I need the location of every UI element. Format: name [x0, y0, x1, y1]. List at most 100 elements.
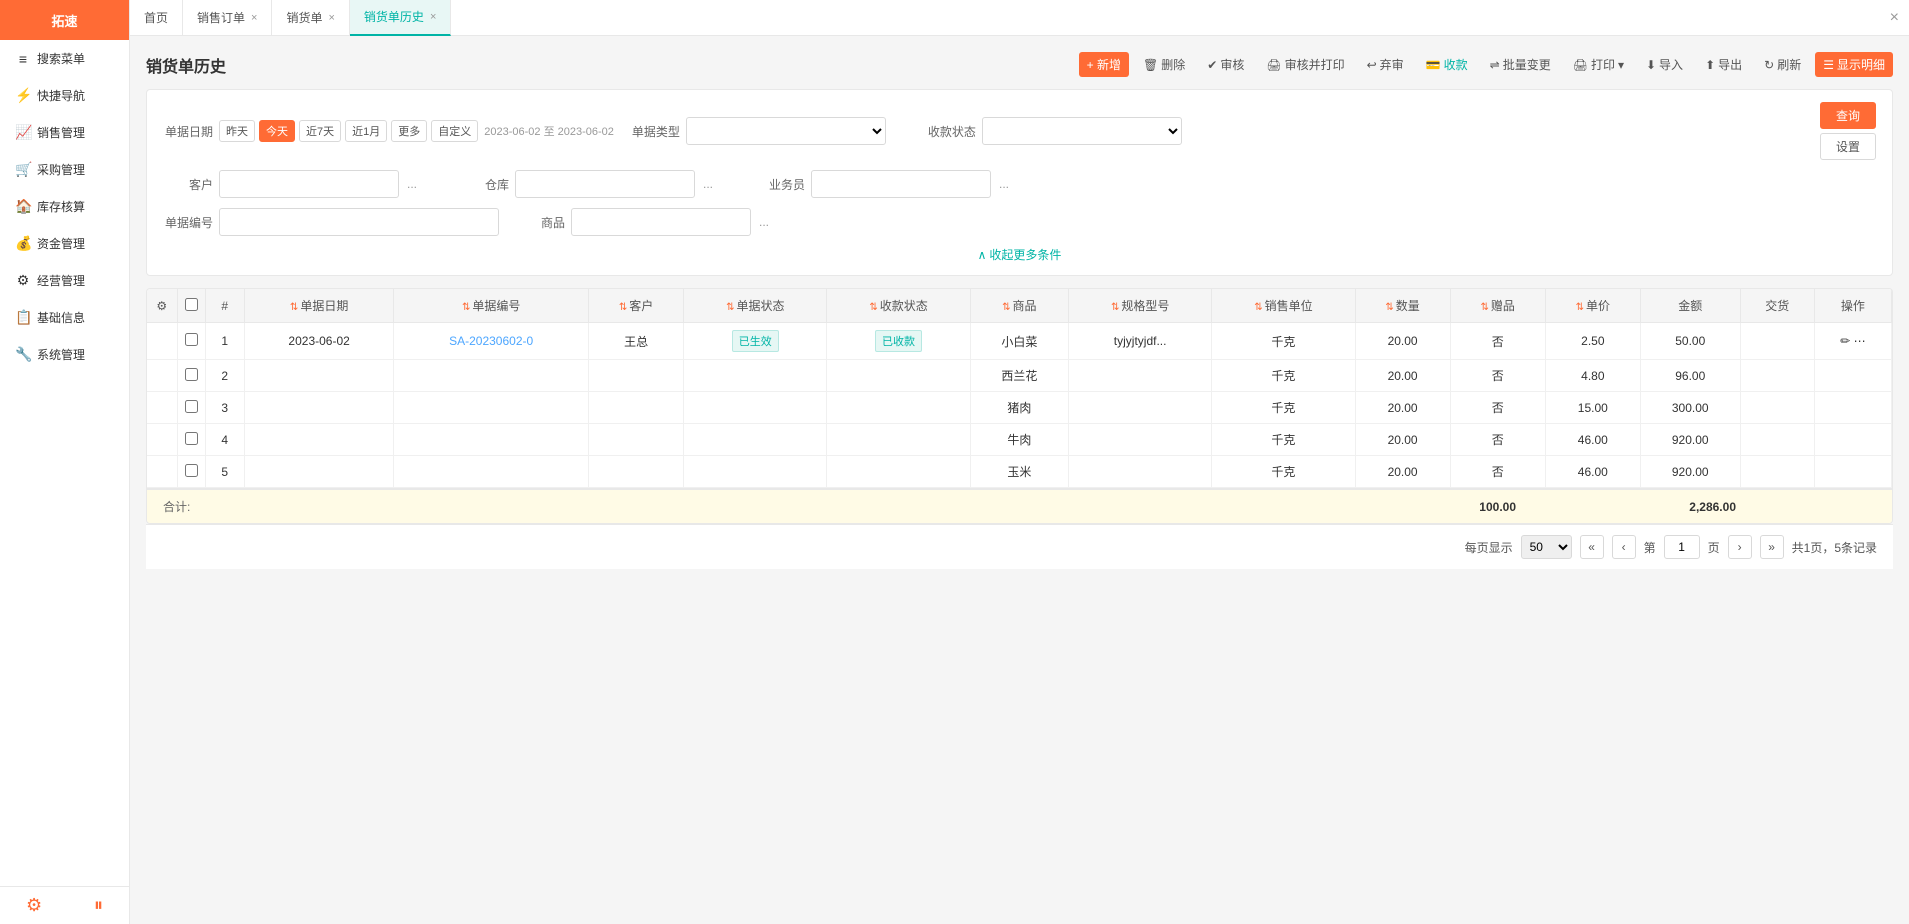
date-btn-custom[interactable]: 自定义 [431, 120, 478, 142]
th-goods[interactable]: ⇅商品 [970, 289, 1068, 323]
warehouse-input[interactable] [515, 170, 695, 198]
customer-dots[interactable]: ... [407, 177, 417, 191]
approve-button[interactable]: ✔ 审核 [1199, 52, 1252, 77]
sidebar-item-finance-mgmt[interactable]: 💰 资金管理 [0, 225, 129, 262]
tab-sales-history[interactable]: 销货单历史 × [350, 0, 451, 36]
th-collect-status[interactable]: ⇅收款状态 [827, 289, 970, 323]
tabs-close-all-btn[interactable]: × [1880, 0, 1909, 36]
sidebar-settings-icon[interactable]: ⚙ [26, 895, 42, 916]
date-btn-1month[interactable]: 近1月 [345, 120, 387, 142]
staff-input[interactable] [811, 170, 991, 198]
td-check[interactable] [177, 360, 205, 392]
page-number-input[interactable] [1664, 535, 1700, 559]
td-doc-no[interactable]: SA-20230602-0 [394, 323, 589, 360]
tab-sales-goods-close[interactable]: × [328, 12, 334, 24]
doc-no-input[interactable] [219, 208, 499, 236]
th-check[interactable] [177, 289, 205, 323]
import-button[interactable]: ⬇ 导入 [1638, 52, 1691, 77]
page-prev-btn[interactable]: ‹ [1612, 535, 1636, 559]
collect-status-select[interactable] [982, 117, 1182, 145]
goods-input[interactable] [571, 208, 751, 236]
abandon-button[interactable]: ↩ 弃审 [1359, 52, 1412, 77]
doc-type-select[interactable] [686, 117, 886, 145]
td-doc-date [245, 360, 394, 392]
td-doc-no[interactable] [394, 360, 589, 392]
th-doc-date[interactable]: ⇅单据日期 [245, 289, 394, 323]
page-last-btn[interactable]: » [1760, 535, 1784, 559]
doc-no-link[interactable]: SA-20230602-0 [449, 334, 533, 348]
sidebar-item-sys-mgmt[interactable]: 🔧 系统管理 [0, 336, 129, 373]
td-doc-no[interactable] [394, 424, 589, 456]
setting-button[interactable]: 设置 [1820, 133, 1876, 160]
tab-sales-order[interactable]: 销售订单 × [183, 0, 272, 36]
td-doc-no[interactable] [394, 392, 589, 424]
page-size-select[interactable]: 50 20 100 200 [1521, 535, 1572, 559]
date-btn-more[interactable]: 更多 [391, 120, 427, 142]
sidebar-pause-icon[interactable]: ⏸ [94, 895, 103, 916]
td-action[interactable]: ✏ ⋯ [1814, 323, 1891, 360]
sidebar-item-quick-nav[interactable]: ⚡ 快捷导航 [0, 77, 129, 114]
delete-button[interactable]: 🗑 删除 [1135, 52, 1193, 77]
sidebar-item-ops-mgmt[interactable]: ⚙ 经营管理 [0, 262, 129, 299]
th-price[interactable]: ⇅单价 [1545, 289, 1640, 323]
sidebar-item-basic-info[interactable]: 📋 基础信息 [0, 299, 129, 336]
tab-sales-goods[interactable]: 销货单 × [272, 0, 349, 36]
page-header: 销货单历史 + 新增 🗑 删除 ✔ 审核 🖨 审核并打印 ↩ 弃审 [146, 52, 1893, 77]
td-check[interactable] [177, 424, 205, 456]
date-btn-yesterday[interactable]: 昨天 [219, 120, 255, 142]
th-gear[interactable]: ⚙ [147, 289, 177, 323]
print-button[interactable]: 🖨 打印 ▾ [1565, 52, 1632, 77]
export-button[interactable]: ⬆ 导出 [1697, 52, 1750, 77]
sidebar-item-label: 系统管理 [37, 346, 85, 363]
td-spec: tyjyjtyjdf... [1069, 323, 1212, 360]
th-gift[interactable]: ⇅赠品 [1450, 289, 1545, 323]
collect-button[interactable]: 💳 收款 [1418, 52, 1476, 77]
td-check[interactable] [177, 456, 205, 488]
tab-sales-order-close[interactable]: × [251, 12, 257, 24]
sidebar-logo: 拓速 [0, 0, 129, 40]
tab-home[interactable]: 首页 [130, 0, 183, 36]
tab-sales-history-close[interactable]: × [430, 11, 436, 23]
customer-input[interactable] [219, 170, 399, 198]
sidebar-item-label: 基础信息 [37, 309, 85, 326]
sidebar-item-label: 快捷导航 [37, 87, 85, 104]
goods-dots[interactable]: ... [759, 215, 769, 229]
search-menu-icon: ≡ [15, 51, 31, 67]
td-check[interactable] [177, 323, 205, 360]
collapse-button[interactable]: ∧ 收起更多条件 [978, 246, 1062, 263]
sidebar-item-search-menu[interactable]: ≡ 搜索菜单 [0, 40, 129, 77]
td-amount: 920.00 [1640, 456, 1740, 488]
td-collect-status: 已收款 [827, 323, 970, 360]
page-next-btn[interactable]: › [1728, 535, 1752, 559]
sidebar-item-purchase-mgmt[interactable]: 🛒 采购管理 [0, 151, 129, 188]
th-spec[interactable]: ⇅规格型号 [1069, 289, 1212, 323]
import-icon: ⬇ [1646, 58, 1656, 72]
th-doc-no[interactable]: ⇅单据编号 [394, 289, 589, 323]
show-detail-icon: ☰ [1823, 58, 1834, 72]
staff-dots[interactable]: ... [999, 177, 1009, 191]
batch-change-button[interactable]: ⇌ 批量变更 [1482, 52, 1559, 77]
refresh-button[interactable]: ↻ 刷新 [1756, 52, 1809, 77]
th-qty[interactable]: ⇅数量 [1355, 289, 1450, 323]
approve-print-button[interactable]: 🖨 审核并打印 [1258, 52, 1352, 77]
sidebar-item-inventory[interactable]: 🏠 库存核算 [0, 188, 129, 225]
table-row: 2西兰花千克20.00否4.8096.00 [147, 360, 1892, 392]
td-doc-no[interactable] [394, 456, 589, 488]
show-detail-button[interactable]: ☰ 显示明细 [1815, 52, 1893, 77]
new-button[interactable]: + 新增 [1079, 52, 1129, 77]
th-unit[interactable]: ⇅销售单位 [1212, 289, 1355, 323]
td-check[interactable] [177, 392, 205, 424]
query-button[interactable]: 查询 [1820, 102, 1876, 129]
date-btn-today[interactable]: 今天 [259, 120, 295, 142]
td-amount: 920.00 [1640, 424, 1740, 456]
page-first-btn[interactable]: « [1580, 535, 1604, 559]
td-doc-date [245, 456, 394, 488]
sidebar-item-sales-mgmt[interactable]: 📈 销售管理 [0, 114, 129, 151]
th-doc-status[interactable]: ⇅单据状态 [684, 289, 827, 323]
warehouse-dots[interactable]: ... [703, 177, 713, 191]
basic-info-icon: 📋 [15, 309, 31, 326]
check-all[interactable] [185, 298, 198, 311]
page-size-label: 每页显示 [1465, 539, 1513, 556]
date-btn-7days[interactable]: 近7天 [299, 120, 341, 142]
th-customer[interactable]: ⇅客户 [589, 289, 684, 323]
